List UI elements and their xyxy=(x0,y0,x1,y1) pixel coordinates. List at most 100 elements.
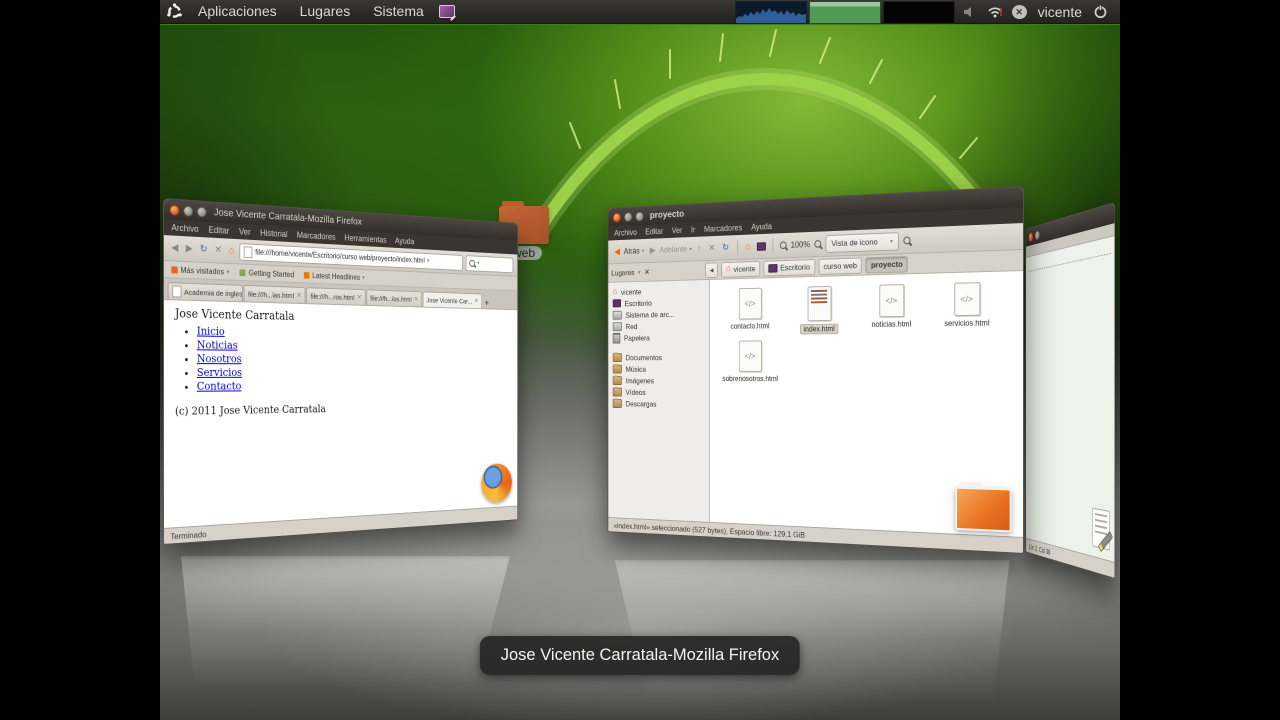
tab-noticias[interactable]: file:///h...ias.html ✕ xyxy=(243,284,306,304)
sidebar-item-documentos[interactable]: Documentos xyxy=(612,351,709,363)
bookmark-mas-visitados[interactable]: Más visitados ▾ xyxy=(171,265,229,276)
tab-close-icon[interactable]: ✕ xyxy=(414,296,418,302)
sidebar-item-papelera[interactable]: Papelera xyxy=(612,331,709,344)
view-mode-label: Vista de icono xyxy=(831,236,878,249)
link-contacto[interactable]: Contacto xyxy=(197,380,242,393)
breadcrumb-proyecto[interactable]: proyecto xyxy=(865,255,909,274)
tab-index-active[interactable]: Jose Vicente Car... ✕ xyxy=(422,291,482,309)
ff-menu-ver[interactable]: Ver xyxy=(239,227,251,237)
ff-menu-herramientas[interactable]: Herramientas xyxy=(344,233,386,245)
ff-menu-marcadores[interactable]: Marcadores xyxy=(297,230,336,242)
nautilus-window[interactable]: proyecto Archivo Editar Ver Ir Marcadore… xyxy=(607,186,1024,554)
zoom-out-icon[interactable] xyxy=(779,241,787,250)
tab-nosotros[interactable]: file:///h...ros.html ✕ xyxy=(306,287,366,305)
tab-close-icon[interactable]: ✕ xyxy=(474,298,478,304)
home-icon[interactable]: ⌂ xyxy=(227,245,236,256)
url-dropdown-icon[interactable]: ▾ xyxy=(427,258,429,263)
firefox-window[interactable]: Jose Vicente Carratala-Mozilla Firefox A… xyxy=(163,198,519,545)
system-monitor-applet[interactable] xyxy=(735,1,955,24)
volume-icon[interactable] xyxy=(963,6,978,18)
reload-icon[interactable]: ↻ xyxy=(721,242,731,252)
bookmark-getting-started[interactable]: Getting Started xyxy=(239,268,294,279)
close-button[interactable] xyxy=(169,203,180,216)
nt-menu-editar[interactable]: Editar xyxy=(645,227,663,237)
breadcrumb-vicente[interactable]: ⌂ vicente xyxy=(721,260,761,278)
search-box[interactable]: ▾ xyxy=(465,254,514,273)
tab-servicios[interactable]: file:///h...ios.html ✕ xyxy=(366,289,423,307)
link-nosotros[interactable]: Nosotros xyxy=(197,352,242,365)
minimize-button[interactable] xyxy=(1034,229,1040,241)
maximize-button[interactable] xyxy=(196,205,207,218)
new-tab-icon[interactable]: + xyxy=(483,299,491,309)
breadcrumb-scroll-left[interactable]: ◂ xyxy=(705,261,719,278)
file-servicios[interactable]: </> servicios.html xyxy=(929,281,1006,333)
search-dropdown-icon[interactable]: ▾ xyxy=(477,260,479,266)
link-inicio[interactable]: Inicio xyxy=(197,325,225,338)
tab-academia[interactable]: Academia de ingles ✕ xyxy=(167,282,243,302)
menu-sistema[interactable]: Sistema xyxy=(365,0,432,23)
nt-menu-ver[interactable]: Ver xyxy=(672,226,683,235)
breadcrumb-escritorio[interactable]: Escritorio xyxy=(763,258,815,277)
minimize-button[interactable] xyxy=(624,211,633,222)
folder-icon xyxy=(612,398,622,408)
menu-aplicaciones[interactable]: Aplicaciones xyxy=(190,0,285,23)
link-noticias[interactable]: Noticias xyxy=(197,338,238,351)
forward-icon[interactable]: ▶ xyxy=(184,243,195,254)
sidebar-close-icon[interactable]: ✕ xyxy=(644,267,649,277)
maximize-button[interactable] xyxy=(635,210,644,222)
sidebar-item-videos[interactable]: Vídeos xyxy=(612,386,709,398)
tab-close-icon[interactable]: ✕ xyxy=(296,292,301,300)
back-icon[interactable]: ◀ xyxy=(169,242,180,253)
places-selector[interactable]: Lugares ▾ ✕ xyxy=(611,265,702,278)
sidebar-item-imagenes[interactable]: Imágenes xyxy=(612,374,709,386)
tab-close-icon[interactable]: ✕ xyxy=(357,294,362,302)
minimize-button[interactable] xyxy=(183,204,194,217)
top-panel: Aplicaciones Lugares Sistema ✕ vicente xyxy=(160,0,1120,24)
html-file-icon-selected xyxy=(807,285,832,322)
sidebar-item-descargas[interactable]: Descargas xyxy=(612,397,709,410)
tab-label: file:///h...ios.html xyxy=(370,293,412,304)
stop-icon[interactable]: ✕ xyxy=(707,243,717,253)
bookmark-latest-headlines[interactable]: Latest Headlines ▾ xyxy=(304,271,365,282)
ff-menu-archivo[interactable]: Archivo xyxy=(171,223,198,235)
file-index-selected[interactable]: index.html xyxy=(784,285,855,335)
file-contacto[interactable]: </> contacto.html xyxy=(716,287,784,335)
back-button[interactable]: ◀ Atrás ▾ xyxy=(613,246,644,257)
link-servicios[interactable]: Servicios xyxy=(197,366,242,379)
up-icon[interactable]: ↑ xyxy=(696,243,703,253)
user-menu[interactable]: vicente xyxy=(1036,4,1084,20)
sidebar-label: Papelera xyxy=(624,332,650,343)
nt-menu-marcadores[interactable]: Marcadores xyxy=(704,223,742,234)
gedit-window[interactable]: Lín 2, Col 38 xyxy=(1025,202,1115,579)
home-icon[interactable]: ⌂ xyxy=(744,241,752,251)
close-button[interactable] xyxy=(1028,231,1034,243)
reload-icon[interactable]: ↻ xyxy=(198,244,209,255)
file-sobrenosotros[interactable]: </> sobrenosotros.html xyxy=(716,340,784,383)
view-mode-select[interactable]: Vista de icono ▾ xyxy=(825,231,899,253)
close-button[interactable] xyxy=(612,212,622,223)
network-wifi-icon[interactable] xyxy=(987,5,1003,18)
file-noticias[interactable]: </> noticias.html xyxy=(855,283,929,333)
ff-menu-ayuda[interactable]: Ayuda xyxy=(395,236,414,246)
zoom-in-icon[interactable] xyxy=(814,240,822,248)
zoom-level[interactable]: 100% xyxy=(791,240,810,250)
power-icon[interactable] xyxy=(1093,4,1108,19)
breadcrumb-curso-web[interactable]: curso web xyxy=(818,256,863,275)
nt-menu-archivo[interactable]: Archivo xyxy=(614,228,637,238)
ff-menu-editar[interactable]: Editar xyxy=(209,225,230,236)
screen-recorder-icon[interactable] xyxy=(438,5,455,18)
me-menu-status-icon[interactable]: ✕ xyxy=(1011,4,1027,19)
search-icon[interactable] xyxy=(903,236,911,245)
ubuntu-logo-icon[interactable] xyxy=(166,3,183,20)
menu-lugares[interactable]: Lugares xyxy=(292,0,359,23)
gedit-text-area[interactable] xyxy=(1025,236,1115,562)
firefox-launcher-icon[interactable] xyxy=(462,4,477,19)
ff-menu-historial[interactable]: Historial xyxy=(260,228,288,239)
nt-menu-ir[interactable]: Ir xyxy=(691,225,695,234)
stop-icon[interactable]: ✕ xyxy=(213,245,224,256)
page-heading: Jose Vicente Carratala xyxy=(174,306,295,323)
computer-icon[interactable] xyxy=(756,241,766,251)
nt-menu-ayuda[interactable]: Ayuda xyxy=(751,222,772,232)
sidebar-item-musica[interactable]: Música xyxy=(612,363,709,375)
forward-button[interactable]: ▶ Adelante ▾ xyxy=(648,244,692,256)
